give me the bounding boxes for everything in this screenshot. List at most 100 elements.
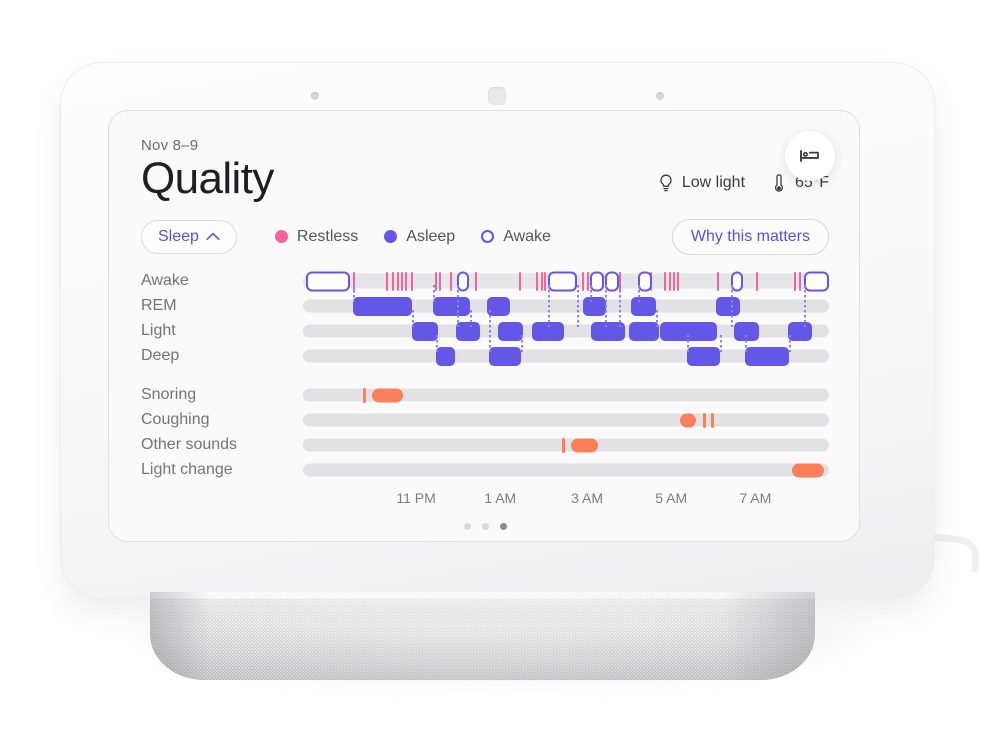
sensor-dot-right — [656, 92, 664, 100]
asleep-segment — [353, 296, 412, 316]
controls-row: Sleep Restless Asleep Awake Why this mat… — [141, 218, 829, 255]
asleep-segment — [436, 346, 455, 366]
event-marker — [702, 412, 706, 428]
restless-tick — [676, 271, 679, 291]
asleep-segment — [659, 321, 718, 341]
event-marker — [679, 413, 697, 428]
asleep-segment — [583, 296, 607, 316]
speaker-base — [150, 592, 815, 680]
restless-tick — [439, 271, 442, 291]
why-this-matters-label: Why this matters — [690, 227, 810, 245]
axis-tick-label: 1 AM — [484, 489, 517, 506]
why-this-matters-button[interactable]: Why this matters — [671, 218, 829, 255]
stage-track — [303, 271, 829, 292]
event-row-other-sounds: Other sounds — [141, 433, 829, 458]
asleep-segment — [455, 321, 480, 341]
axis-tick-label: 11 PM — [396, 489, 436, 506]
sensor-dot-left — [311, 92, 319, 100]
restless-tick — [518, 271, 521, 291]
event-row-light-change: Light change — [141, 458, 829, 483]
stage-track — [303, 296, 829, 316]
awake-segment — [730, 271, 744, 292]
stage-row-rem: REM — [141, 294, 829, 319]
time-axis: 11 PM 1 AM 3 AM 5 AM 7 AM — [303, 490, 829, 512]
restless-tick — [434, 271, 437, 291]
event-marker — [362, 387, 367, 403]
stage-row-label: Light — [141, 322, 176, 340]
sleep-event-rows: Snoring Coughing Other sounds Light change — [141, 383, 829, 483]
event-track — [303, 463, 829, 478]
event-track — [303, 412, 829, 428]
event-row-label: Coughing — [141, 411, 210, 429]
awake-segment — [590, 271, 604, 292]
asleep-segment — [734, 321, 759, 341]
stage-row-deep: Deep — [141, 344, 829, 369]
stage-row-label: Deep — [141, 347, 180, 365]
legend-item-asleep: Asleep — [384, 228, 455, 246]
stage-track — [303, 321, 829, 341]
restless-tick — [672, 271, 675, 291]
legend-item-awake: Awake — [481, 228, 551, 246]
axis-tick-label: 5 AM — [655, 489, 688, 506]
stage-row-label: Awake — [141, 272, 189, 290]
axis-tick-label: 7 AM — [739, 489, 772, 506]
stage-row-light: Light — [141, 319, 829, 344]
legend-item-restless: Restless — [274, 228, 358, 246]
awake-segment — [305, 271, 351, 292]
asleep-segment — [630, 296, 656, 316]
legend-dot-awake — [481, 230, 495, 244]
sleep-filter-label: Sleep — [158, 227, 199, 245]
env-label-light: Low light — [681, 173, 746, 191]
restless-tick — [540, 271, 543, 291]
legend-dot-asleep — [384, 230, 398, 244]
event-marker — [571, 438, 598, 453]
bed-mode-button[interactable] — [785, 131, 835, 181]
awake-segment — [803, 271, 829, 292]
restless-tick — [668, 271, 671, 291]
awake-segment — [638, 271, 652, 292]
date-label: Nov 8–9 — [141, 137, 199, 154]
axis-tick-label: 3 AM — [571, 489, 603, 506]
asleep-segment — [788, 321, 813, 341]
restless-tick — [799, 271, 802, 291]
event-marker — [372, 388, 403, 403]
row-gap — [141, 369, 829, 383]
legend-dot-restless — [274, 230, 288, 244]
page-dot[interactable] — [481, 522, 489, 530]
restless-tick — [353, 271, 356, 291]
awake-segment — [547, 271, 577, 292]
awake-segment — [605, 271, 620, 292]
legend-label-asleep: Asleep — [406, 227, 456, 245]
stage-row-awake: Awake — [141, 269, 829, 294]
event-track — [303, 387, 829, 403]
page-indicator[interactable] — [141, 522, 829, 530]
asleep-segment — [686, 346, 721, 366]
display-screen: Nov 8–9 Quality Low light 65°F Sleep Res… — [108, 110, 860, 542]
asleep-segment — [497, 321, 523, 341]
screenshot-root: Nov 8–9 Quality Low light 65°F Sleep Res… — [0, 0, 983, 735]
restless-tick — [717, 271, 720, 291]
asleep-segment — [591, 321, 626, 341]
sleep-stage-rows: Awake REM Light Deep — [141, 269, 829, 369]
restless-tick — [475, 271, 477, 291]
chevron-up-icon — [206, 232, 220, 241]
sleep-timeline-chart: Awake REM Light Deep Snoring Coughing Other s… — [141, 269, 829, 530]
restless-tick — [586, 271, 589, 291]
asleep-segment — [531, 321, 565, 341]
page-dot[interactable] — [463, 522, 471, 530]
event-row-snoring: Snoring — [141, 383, 829, 408]
sleep-filter-chip[interactable]: Sleep — [141, 219, 237, 254]
stage-track — [303, 346, 829, 366]
restless-tick — [411, 271, 414, 291]
bed-icon — [800, 150, 820, 162]
page-dot[interactable] — [499, 522, 507, 530]
camera-sensor-icon — [488, 87, 506, 105]
lightbulb-icon — [660, 174, 672, 191]
restless-tick — [450, 271, 453, 291]
awake-segment — [456, 271, 469, 292]
asleep-segment — [489, 346, 522, 366]
asleep-segment — [487, 296, 511, 316]
restless-tick — [400, 271, 403, 291]
asleep-segment — [629, 321, 660, 341]
title-row: Quality Low light 65°F — [141, 155, 829, 203]
